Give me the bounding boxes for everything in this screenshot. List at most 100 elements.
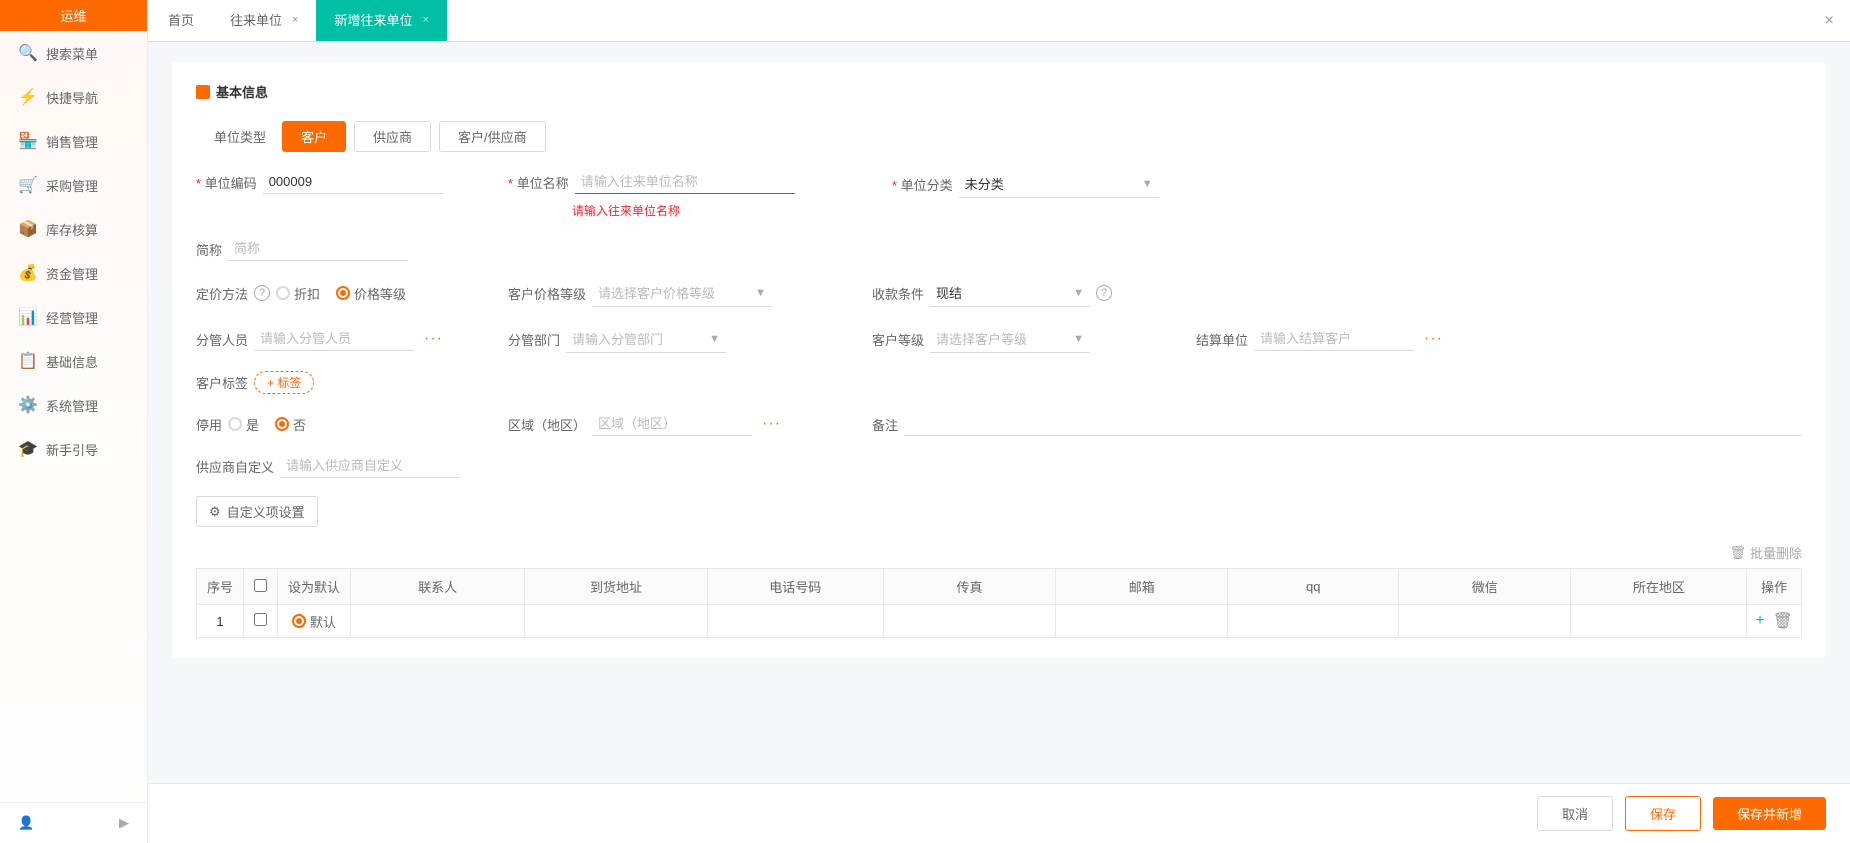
row-delete-button[interactable]: 🗑	[1773, 611, 1793, 631]
category-select[interactable]: 未分类 ▼	[959, 170, 1159, 198]
radio-disable-yes-label: 是	[246, 415, 259, 434]
sidebar-item-base[interactable]: 📋 基础信息	[0, 339, 147, 383]
batch-delete-row: 🗑 批量删除	[196, 543, 1802, 562]
supplier-custom-label: 供应商自定义	[196, 457, 274, 476]
ops-icon: 📊	[18, 307, 38, 327]
row-phone-input[interactable]	[716, 614, 875, 629]
field-disable: 停用 是 否	[196, 415, 476, 434]
table-row: 1 默认	[197, 605, 1802, 638]
row-address-input[interactable]	[533, 614, 699, 629]
price-level-label: 客户价格等级	[508, 284, 586, 303]
row-fax-input[interactable]	[892, 614, 1047, 629]
region-more-button[interactable]: ···	[762, 415, 781, 433]
pricing-help-icon[interactable]: ?	[254, 285, 270, 301]
cancel-button[interactable]: 取消	[1537, 796, 1613, 831]
add-tag-button[interactable]: + 标签	[254, 371, 314, 394]
cell-check	[244, 605, 278, 638]
code-input[interactable]	[263, 170, 443, 194]
name-error-msg: 请输入往来单位名称	[572, 202, 680, 219]
sidebar-item-guide[interactable]: 🎓 新手引导	[0, 427, 147, 471]
cell-default: 默认	[278, 605, 351, 638]
payment-select[interactable]: 现结 ▼	[930, 279, 1090, 307]
col-email: 邮箱	[1056, 569, 1228, 605]
sidebar-item-system[interactable]: ⚙️ 系统管理	[0, 383, 147, 427]
delete-icon: 🗑	[1729, 545, 1746, 561]
sidebar-item-ops[interactable]: 📊 经营管理	[0, 295, 147, 339]
name-input[interactable]	[575, 170, 795, 194]
price-level-select[interactable]: 请选择客户价格等级 ▼	[592, 279, 772, 307]
system-icon: ⚙️	[18, 395, 38, 415]
row-default-radio[interactable]: 默认	[292, 612, 336, 631]
sidebar-bottom-expand[interactable]: ▶	[119, 815, 129, 831]
row-checkbox[interactable]	[254, 613, 267, 626]
sidebar-item-sales[interactable]: 🏪 销售管理	[0, 119, 147, 163]
field-pricing: 定价方法 ? 折扣 价格等级	[196, 284, 476, 303]
batch-delete-button[interactable]: 🗑 批量删除	[1729, 543, 1802, 562]
radio-disable-no-circle	[275, 417, 289, 431]
sidebar-item-inventory[interactable]: 📦 库存核算	[0, 207, 147, 251]
row-wechat-input[interactable]	[1407, 614, 1562, 629]
save-add-button[interactable]: 保存并新增	[1713, 797, 1826, 830]
payment-chevron-icon: ▼	[1073, 287, 1084, 299]
radio-discount[interactable]: 折扣	[276, 284, 320, 303]
radio-disable-yes-circle	[228, 417, 242, 431]
payment-help-icon[interactable]: ?	[1096, 285, 1112, 301]
tab-new-contact[interactable]: 新增往来单位 ×	[316, 0, 446, 41]
btn-customer[interactable]: 客户	[282, 121, 346, 152]
sidebar-label-inventory: 库存核算	[46, 220, 98, 239]
manager-input[interactable]	[254, 327, 414, 351]
remark-input[interactable]	[904, 412, 1802, 436]
tab-new-contact-close[interactable]: ×	[422, 14, 428, 26]
sidebar-item-purchase[interactable]: 🛒 采购管理	[0, 163, 147, 207]
sidebar-item-finance[interactable]: 💰 资金管理	[0, 251, 147, 295]
tab-contacts-close[interactable]: ×	[292, 14, 298, 26]
sidebar-label-search: 搜索菜单	[46, 44, 98, 63]
tab-contacts[interactable]: 往来单位 ×	[212, 0, 316, 41]
sidebar-label-finance: 资金管理	[46, 264, 98, 283]
radio-disable-no-label: 否	[293, 415, 306, 434]
btn-supplier[interactable]: 供应商	[354, 121, 431, 152]
manager-more-button[interactable]: ···	[424, 330, 443, 348]
btn-both[interactable]: 客户/供应商	[439, 121, 546, 152]
customer-level-select[interactable]: 请选择客户等级 ▼	[930, 325, 1090, 353]
form-row-code-name: 单位编码 单位名称 请输入往来单位名称 单位分类 未分类 ▼	[196, 170, 1802, 219]
section-title-icon	[196, 85, 210, 99]
supplier-custom-input[interactable]	[280, 454, 460, 478]
dept-placeholder: 请输入分管部门	[572, 329, 705, 348]
row-region-input[interactable]	[1579, 614, 1738, 629]
row-add-button[interactable]: +	[1755, 612, 1764, 630]
radio-disable-yes[interactable]: 是	[228, 415, 259, 434]
shortname-input[interactable]	[228, 237, 408, 261]
custom-settings-button[interactable]: ⚙ 自定义项设置	[196, 496, 318, 527]
custom-settings-label: 自定义项设置	[227, 502, 305, 521]
save-button[interactable]: 保存	[1625, 796, 1701, 831]
cell-address	[525, 605, 708, 638]
row-contact-input[interactable]	[359, 614, 516, 629]
radio-price-level[interactable]: 价格等级	[336, 284, 406, 303]
dept-label: 分管部门	[508, 330, 560, 349]
sidebar-label-sales: 销售管理	[46, 132, 98, 151]
tab-contacts-label: 往来单位	[230, 10, 282, 29]
basic-info-card: 基本信息 单位类型 客户 供应商 客户/供应商 单位编码 单位名称	[172, 62, 1826, 658]
region-input[interactable]	[592, 412, 752, 436]
settle-unit-more-button[interactable]: ···	[1424, 330, 1443, 348]
row-email-input[interactable]	[1064, 614, 1219, 629]
cell-fax	[883, 605, 1055, 638]
form-row-shortname: 简称	[196, 237, 1802, 261]
row-qq-input[interactable]	[1236, 614, 1390, 629]
field-name: 单位名称 请输入往来单位名称	[508, 170, 828, 219]
select-all-checkbox[interactable]	[254, 579, 267, 592]
close-all-tabs-button[interactable]: ×	[1809, 12, 1850, 30]
field-dept: 分管部门 请输入分管部门 ▼	[508, 325, 808, 353]
dept-select[interactable]: 请输入分管部门 ▼	[566, 325, 726, 353]
sidebar-title: 运维	[0, 0, 147, 31]
sidebar-item-quick-nav[interactable]: ⚡ 快捷导航	[0, 75, 147, 119]
sidebar-item-search[interactable]: 🔍 搜索菜单	[0, 31, 147, 75]
settle-unit-input[interactable]	[1254, 327, 1414, 351]
radio-disable-no[interactable]: 否	[275, 415, 306, 434]
col-phone: 电话号码	[707, 569, 883, 605]
row-action-btns: + 🗑	[1755, 611, 1793, 631]
tab-home[interactable]: 首页	[148, 0, 212, 41]
col-wechat: 微信	[1399, 569, 1571, 605]
form-row-pricing: 定价方法 ? 折扣 价格等级 客户价格等级	[196, 279, 1802, 307]
